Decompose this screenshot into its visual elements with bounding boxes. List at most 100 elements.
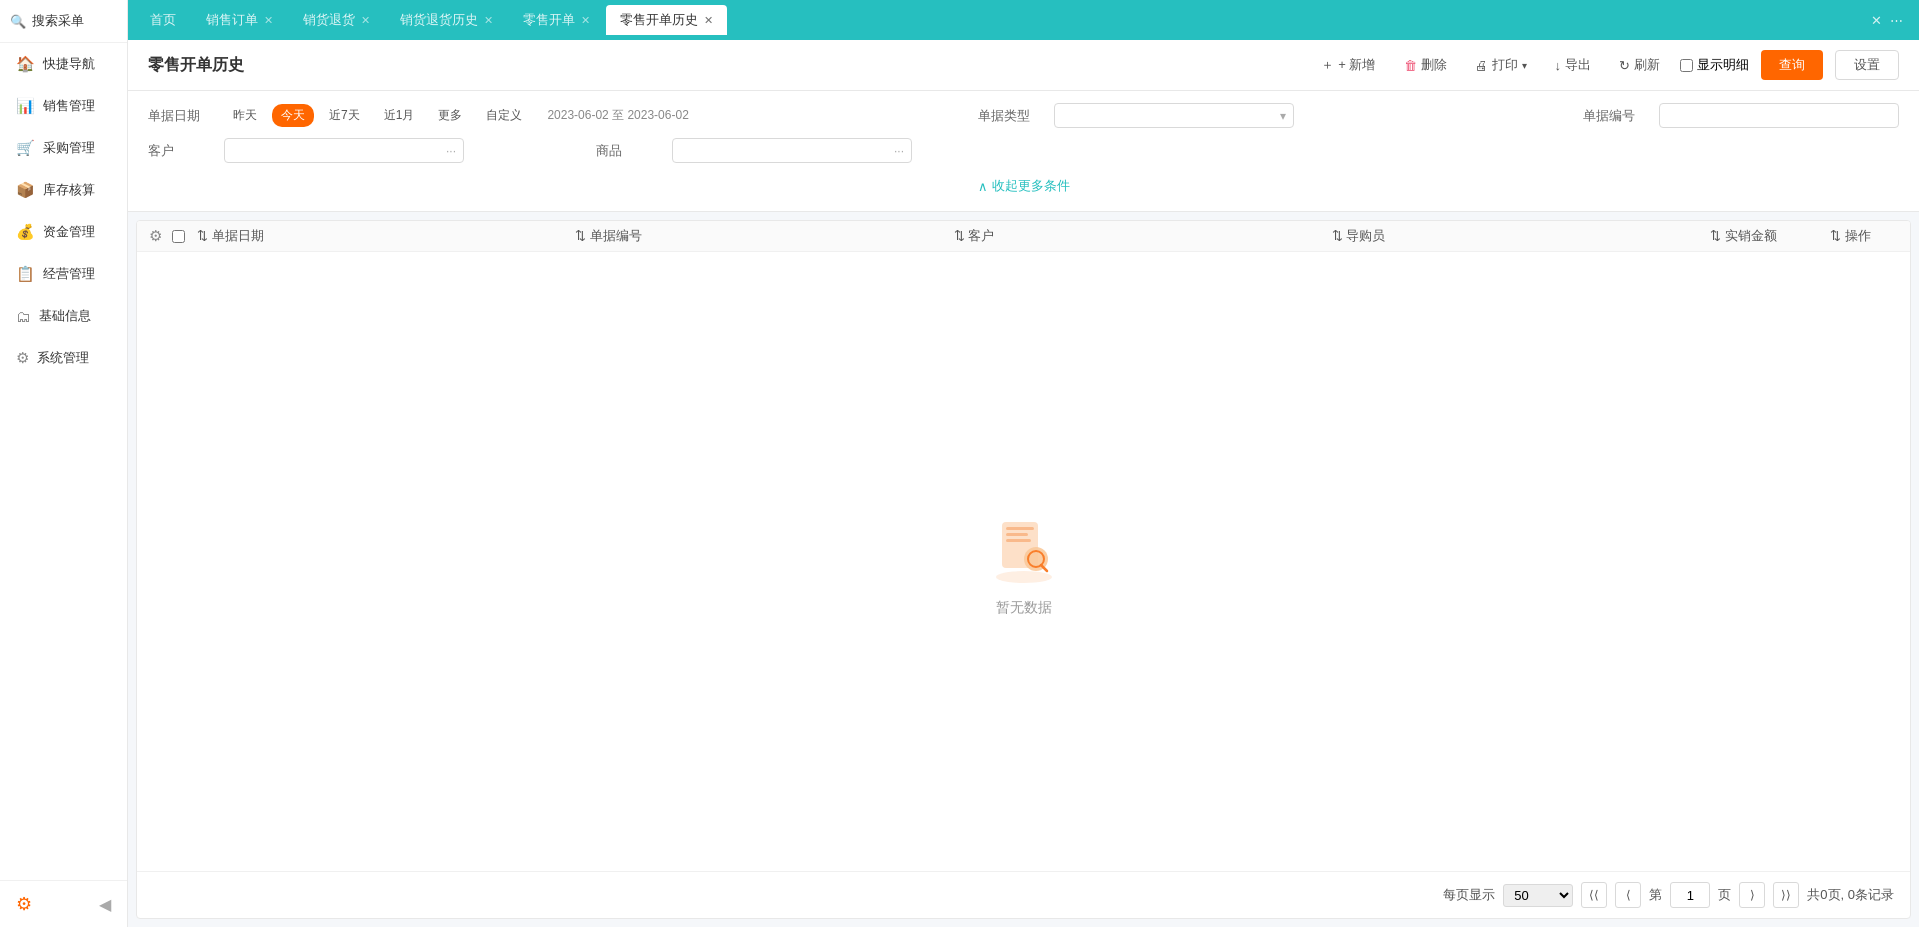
close-window-icon[interactable]: ✕ xyxy=(1871,13,1882,28)
sidebar-item-purchase-mgmt[interactable]: 🛒采购管理 xyxy=(0,127,127,169)
tab-close-sales-return-history[interactable]: ✕ xyxy=(484,14,493,27)
doc-no-input[interactable] xyxy=(1659,103,1899,128)
tab-retail-history[interactable]: 零售开单历史 ✕ xyxy=(606,5,727,35)
first-page-button[interactable]: ⟨⟨ xyxy=(1581,882,1607,908)
sidebar-item-inventory[interactable]: 📦库存核算 xyxy=(0,169,127,211)
print-button[interactable]: 🖨 打印 ▾ xyxy=(1467,52,1535,78)
doc-type-select-wrapper: ▾ xyxy=(1054,103,1294,128)
table-header-bar: ⚙ ⇅ 单据日期⇅ 单据编号⇅ 客户⇅ 导购员⇅ 实销金额⇅ 操作 xyxy=(137,221,1910,252)
sidebar-item-quick-nav[interactable]: 🏠 快捷导航 xyxy=(0,43,127,85)
col-header-action: ⇅ 操作 xyxy=(1818,227,1898,245)
page-size-select[interactable]: 102050100 xyxy=(1503,884,1573,907)
sort-icon-no[interactable]: ⇅ xyxy=(575,228,586,243)
page-input[interactable] xyxy=(1670,882,1710,908)
query-button[interactable]: 查询 xyxy=(1761,50,1823,80)
home-tab-label: 首页 xyxy=(150,11,176,29)
search-menu-item[interactable]: 🔍 搜索采单 xyxy=(0,0,127,43)
settings-icon[interactable]: ⚙ xyxy=(16,893,32,915)
tab-close-sales-order[interactable]: ✕ xyxy=(264,14,273,27)
sidebar-label-quick-nav: 快捷导航 xyxy=(43,55,95,73)
tab-close-retail-open[interactable]: ✕ xyxy=(581,14,590,27)
per-page-label: 每页显示 xyxy=(1443,886,1495,904)
tab-retail-open[interactable]: 零售开单✕ xyxy=(509,5,604,35)
settings-button[interactable]: 设置 xyxy=(1835,50,1899,80)
export-button[interactable]: ↓ 导出 xyxy=(1547,52,1600,78)
sidebar-item-sales-mgmt[interactable]: 📊销售管理 xyxy=(0,85,127,127)
date-btn-近7天[interactable]: 近7天 xyxy=(320,104,369,127)
sidebar: 🔍 搜索采单 🏠 快捷导航 📊销售管理🛒采购管理📦库存核算💰资金管理 📋 经营管理 🗂 基础… xyxy=(0,0,128,927)
col-header-date: ⇅ 单据日期 xyxy=(185,227,563,245)
collapse-sidebar-icon[interactable]: ◀ xyxy=(99,895,111,914)
col-header-no: ⇅ 单据编号 xyxy=(563,227,941,245)
sidebar-icon-basic-info: 🗂 xyxy=(16,308,31,325)
doc-type-select[interactable] xyxy=(1054,103,1294,128)
chevron-up-icon: ∧ xyxy=(978,179,988,194)
date-btn-今天[interactable]: 今天 xyxy=(272,104,314,127)
tab-label-sales-return: 销货退货 xyxy=(303,11,355,29)
sidebar-icon-operation: 📋 xyxy=(16,265,35,283)
col-header-customer: ⇅ 客户 xyxy=(942,227,1320,245)
filter-row-2: 客户 ··· 商品 ··· xyxy=(148,138,1899,163)
sidebar-label-operation: 经营管理 xyxy=(43,265,95,283)
col-header-guide: ⇅ 导购员 xyxy=(1320,227,1698,245)
date-btn-更多[interactable]: 更多 xyxy=(429,104,471,127)
sidebar-item-basic-info[interactable]: 🗂 基础信息 xyxy=(0,295,127,337)
add-button[interactable]: ＋ + 新增 xyxy=(1313,52,1383,78)
date-filter-buttons: 昨天今天近7天近1月更多自定义 xyxy=(224,104,531,127)
date-btn-昨天[interactable]: 昨天 xyxy=(224,104,266,127)
svg-point-0 xyxy=(996,571,1052,583)
sidebar-icon-quick-nav: 🏠 xyxy=(16,55,35,73)
last-page-button[interactable]: ⟩⟩ xyxy=(1773,882,1799,908)
doc-no-label: 单据编号 xyxy=(1583,107,1643,125)
tab-close-sales-return[interactable]: ✕ xyxy=(361,14,370,27)
sort-icon-action[interactable]: ⇅ xyxy=(1830,228,1841,243)
select-all-checkbox[interactable] xyxy=(172,230,185,243)
next-page-button[interactable]: ⟩ xyxy=(1739,882,1765,908)
sort-icon-guide[interactable]: ⇅ xyxy=(1332,228,1343,243)
page-title: 零售开单历史 xyxy=(148,55,244,76)
sort-icon-customer[interactable]: ⇅ xyxy=(954,228,965,243)
goods-input[interactable] xyxy=(672,138,912,163)
tab-sales-return[interactable]: 销货退货 ✕ xyxy=(289,5,384,35)
print-dropdown-icon: ▾ xyxy=(1522,60,1527,71)
sidebar-footer: ⚙ ◀ xyxy=(0,880,127,927)
display-toggle[interactable]: 显示明细 xyxy=(1680,56,1749,74)
doc-type-label: 单据类型 xyxy=(978,107,1038,125)
empty-icon xyxy=(984,507,1064,587)
sidebar-icon-purchase-mgmt: 🛒 xyxy=(16,139,35,157)
tab-sales-order[interactable]: 销售订单 ✕ xyxy=(192,5,287,35)
top-nav-right: ✕ ⋯ xyxy=(1871,13,1911,28)
table-settings-icon[interactable]: ⚙ xyxy=(149,227,162,245)
col-header-amount: ⇅ 实销金额 xyxy=(1698,227,1818,245)
tab-label-retail-history: 零售开单历史 xyxy=(620,11,698,29)
sort-icon-amount[interactable]: ⇅ xyxy=(1710,228,1721,243)
date-btn-近1月[interactable]: 近1月 xyxy=(375,104,424,127)
more-options-icon[interactable]: ⋯ xyxy=(1890,13,1903,28)
empty-text: 暂无数据 xyxy=(996,599,1052,617)
refresh-button[interactable]: ↻ 刷新 xyxy=(1611,52,1668,78)
filter-row-1: 单据日期 昨天今天近7天近1月更多自定义 2023-06-02 至 2023-0… xyxy=(148,103,1899,128)
sidebar-item-finance[interactable]: 💰资金管理 xyxy=(0,211,127,253)
collapse-filter-button[interactable]: ∧ 收起更多条件 xyxy=(148,173,1899,199)
sidebar-icon-inventory: 📦 xyxy=(16,181,35,199)
delete-button[interactable]: 🗑 删除 xyxy=(1396,52,1455,78)
refresh-icon: ↻ xyxy=(1619,58,1630,73)
prev-page-button[interactable]: ⟨ xyxy=(1615,882,1641,908)
date-btn-自定义[interactable]: 自定义 xyxy=(477,104,531,127)
sidebar-item-sys-mgmt[interactable]: ⚙系统管理 xyxy=(0,337,127,379)
sidebar-item-operation[interactable]: 📋 经营管理 xyxy=(0,253,127,295)
tab-close-retail-history[interactable]: ✕ xyxy=(704,14,713,27)
table-area: ⚙ ⇅ 单据日期⇅ 单据编号⇅ 客户⇅ 导购员⇅ 实销金额⇅ 操作 暂无数据 xyxy=(136,220,1911,919)
date-filter-label: 单据日期 xyxy=(148,107,208,125)
sort-icon-date[interactable]: ⇅ xyxy=(197,228,208,243)
goods-label: 商品 xyxy=(596,142,656,160)
search-label: 搜索采单 xyxy=(32,12,84,30)
display-checkbox[interactable] xyxy=(1680,59,1693,72)
sidebar-label-basic-info: 基础信息 xyxy=(39,307,91,325)
page-area: 零售开单历史 ＋ + 新增 🗑 删除 🖨 打印 ▾ ↓ 导出 xyxy=(128,40,1919,927)
print-icon: 🖨 xyxy=(1475,58,1488,73)
tab-home[interactable]: 首页 xyxy=(136,5,190,35)
customer-input[interactable] xyxy=(224,138,464,163)
tab-sales-return-history[interactable]: 销货退货历史✕ xyxy=(386,5,507,35)
tab-label-sales-order: 销售订单 xyxy=(206,11,258,29)
